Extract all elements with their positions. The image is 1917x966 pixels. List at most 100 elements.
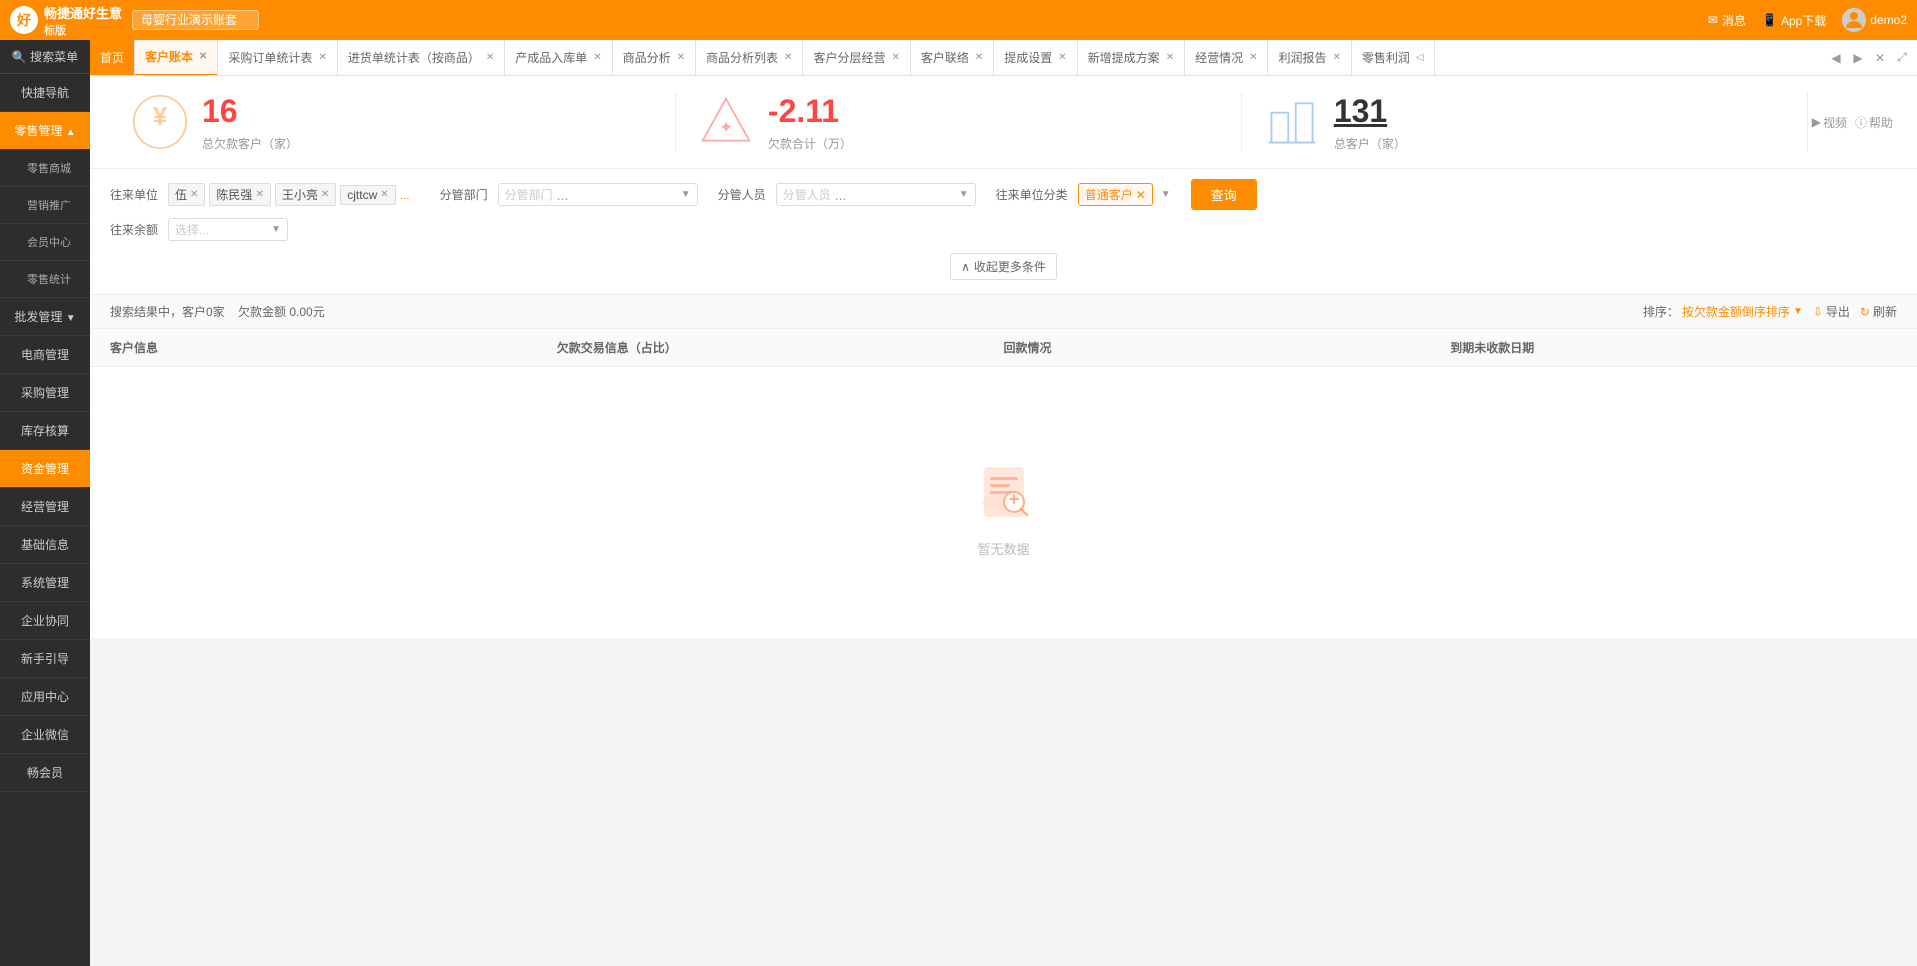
tab-new-promotion[interactable]: 新增提成方案 ✕ — [1078, 40, 1185, 76]
refresh-btn[interactable]: ↻ 刷新 — [1860, 303, 1897, 320]
dept-dropdown-icon: ▼ — [681, 189, 691, 200]
sidebar-item-retail-stats[interactable]: 零售统计 — [0, 261, 90, 298]
unit-type-label: 往来单位分类 — [996, 186, 1068, 203]
sidebar-item-wholesale[interactable]: 批发管理 ▼ — [0, 298, 90, 336]
empty-state: 暂无数据 — [90, 367, 1917, 638]
total-customers-label: 总客户（家） — [1334, 135, 1787, 152]
person-dots[interactable]: ... — [835, 187, 847, 203]
col-debt-info: 欠款交易信息（占比） — [557, 339, 1004, 356]
tab-prev-btn[interactable]: ◀ — [1827, 49, 1845, 67]
collapse-icon: ∧ — [961, 260, 970, 274]
tab-customer-tier[interactable]: 客户分层经营 ✕ — [803, 40, 910, 76]
tab-promotion-settings[interactable]: 提成设置 ✕ — [994, 40, 1077, 76]
sidebar-item-retail-mall[interactable]: 零售商城 — [0, 150, 90, 187]
tab-next-btn[interactable]: ▶ — [1849, 49, 1867, 67]
unit-tag-4[interactable]: cjttcw ✕ — [340, 185, 395, 205]
tab-close-promotion[interactable]: ✕ — [1058, 52, 1066, 63]
collapse-btn[interactable]: ∧ 收起更多条件 — [950, 253, 1057, 280]
balance-dropdown-icon: ▼ — [271, 224, 281, 235]
unit-tag-3-remove[interactable]: ✕ — [321, 189, 329, 200]
tab-customer-contact[interactable]: 客户联络 ✕ — [911, 40, 994, 76]
unit-tag-2[interactable]: 陈民强 ✕ — [209, 183, 270, 206]
tab-close-profit[interactable]: ✕ — [1333, 52, 1341, 63]
tab-production[interactable]: 产成品入库单 ✕ — [505, 40, 612, 76]
tab-home[interactable]: 首页 — [90, 40, 135, 76]
sidebar-item-operations[interactable]: 经营管理 — [0, 488, 90, 526]
sidebar-item-finance[interactable]: 资金管理 — [0, 450, 90, 488]
query-button[interactable]: 查询 — [1191, 179, 1257, 210]
tab-inbound-stats[interactable]: 进货单统计表（按商品） ✕ — [338, 40, 505, 76]
help-btn[interactable]: ⓘ 帮助 — [1855, 114, 1893, 131]
sidebar-item-basic[interactable]: 基础信息 — [0, 526, 90, 564]
tab-controls: ◀ ▶ ✕ ⤢ — [1821, 49, 1917, 67]
app-download-btn[interactable]: 📱 App下载 — [1762, 12, 1826, 29]
sidebar-search[interactable]: 🔍 搜索菜单 — [0, 40, 90, 74]
export-btn[interactable]: ⇩ 导出 — [1813, 303, 1850, 320]
sidebar-item-new-guide[interactable]: 新手引导 — [0, 640, 90, 678]
sidebar-item-member[interactable]: 会员中心 — [0, 224, 90, 261]
person-filter-label: 分管人员 — [718, 186, 766, 203]
stat-help: ▶ 视频 ⓘ 帮助 — [1808, 110, 1897, 135]
tab-product-analysis[interactable]: 商品分析 ✕ — [613, 40, 696, 76]
tab-close-accounts[interactable]: ✕ — [199, 51, 207, 62]
person-filter-input[interactable]: 分管人员 ... ▼ — [776, 183, 976, 206]
tab-close-operations[interactable]: ✕ — [1249, 52, 1257, 63]
unit-tag-4-remove[interactable]: ✕ — [380, 189, 388, 200]
tab-close-product-analysis[interactable]: ✕ — [677, 52, 685, 63]
unit-tag-1[interactable]: 伍 ✕ — [168, 183, 205, 206]
video-help-btn[interactable]: ▶ 视频 — [1812, 114, 1847, 131]
tab-expand-btn[interactable]: ⤢ — [1893, 49, 1911, 67]
tab-purchase-stats[interactable]: 采购订单统计表 ✕ — [218, 40, 337, 76]
message-btn[interactable]: ✉ 消息 — [1708, 12, 1746, 29]
logo-icon: 好 — [10, 6, 38, 34]
sidebar-item-enterprise-wechat[interactable]: 企业微信 — [0, 716, 90, 754]
unit-type-tag-1[interactable]: 普通客户 ✕ — [1078, 183, 1153, 206]
help-icon: ⓘ — [1855, 114, 1867, 131]
stat-overdue-amount: ✦ -2.11 欠款合计（万） — [676, 92, 1242, 152]
user-menu[interactable]: demo2 — [1842, 8, 1907, 32]
logo: 好 畅捷通好生意 标版 — [10, 3, 122, 38]
unit-type-tag-remove[interactable]: ✕ — [1136, 188, 1146, 202]
sidebar-item-marketing[interactable]: 营销推广 — [0, 187, 90, 224]
tab-close-product-list[interactable]: ✕ — [784, 52, 792, 63]
unit-tag-1-remove[interactable]: ✕ — [190, 189, 198, 200]
tab-profit-report[interactable]: 利润报告 ✕ — [1268, 40, 1351, 76]
sidebar-item-retail[interactable]: 零售管理 ▲ — [0, 112, 90, 150]
total-customers-value: 131 — [1334, 92, 1787, 130]
balance-filter-input[interactable]: 选择... ▼ — [168, 218, 288, 241]
sidebar-item-inventory[interactable]: 库存核算 — [0, 412, 90, 450]
sidebar-item-quick-nav[interactable]: 快捷导航 — [0, 74, 90, 112]
main-content: ¥ 16 总欠款客户（家） ✦ — [90, 76, 1917, 966]
unit-tag-3[interactable]: 王小亮 ✕ — [275, 183, 336, 206]
top-bar-right: ✉ 消息 📱 App下载 demo2 — [1708, 8, 1907, 32]
sort-label: 排序： 按欠款金额倒序排序 ▼ — [1643, 303, 1803, 320]
tab-close-all-btn[interactable]: ✕ — [1871, 49, 1889, 67]
result-actions: 排序： 按欠款金额倒序排序 ▼ ⇩ 导出 ↻ 刷新 — [1643, 303, 1897, 320]
tab-operations[interactable]: 经营情况 ✕ — [1185, 40, 1268, 76]
tab-accounts[interactable]: 客户账本 ✕ — [135, 40, 218, 76]
dept-filter-input[interactable]: 分管部门 ... ▼ — [498, 183, 698, 206]
tab-close-customer-contact[interactable]: ✕ — [975, 52, 983, 63]
tab-close-production[interactable]: ✕ — [593, 52, 601, 63]
sidebar-item-ecommerce[interactable]: 电商管理 — [0, 336, 90, 374]
tab-close-purchase[interactable]: ✕ — [318, 52, 326, 63]
stat-overdue-customers: ¥ 16 总欠款客户（家） — [110, 92, 676, 152]
tab-close-customer-tier[interactable]: ✕ — [891, 52, 899, 63]
unit-tags-more[interactable]: ... — [400, 188, 410, 202]
sidebar-item-app-center[interactable]: 应用中心 — [0, 678, 90, 716]
sidebar-item-enterprise[interactable]: 企业协同 — [0, 602, 90, 640]
tab-close-inbound[interactable]: ✕ — [486, 52, 494, 63]
sidebar-item-system[interactable]: 系统管理 — [0, 564, 90, 602]
sidebar-item-vip[interactable]: 畅会员 — [0, 754, 90, 792]
tab-retail-profit[interactable]: 零售利润 ◁ — [1352, 40, 1435, 76]
chevron-down-icon: ▲ — [66, 127, 76, 138]
unit-tag-2-remove[interactable]: ✕ — [255, 189, 263, 200]
tab-close-retail-profit[interactable]: ◁ — [1416, 52, 1424, 63]
tab-product-analysis-list[interactable]: 商品分析列表 ✕ — [696, 40, 803, 76]
sidebar-item-purchase[interactable]: 采购管理 — [0, 374, 90, 412]
overdue-amount-value: -2.11 — [768, 92, 1221, 130]
dept-dots[interactable]: ... — [557, 187, 569, 203]
tab-close-new-promotion[interactable]: ✕ — [1166, 52, 1174, 63]
message-icon: ✉ — [1708, 13, 1718, 27]
account-selector[interactable]: 母婴行业演示账套 — [132, 10, 259, 30]
